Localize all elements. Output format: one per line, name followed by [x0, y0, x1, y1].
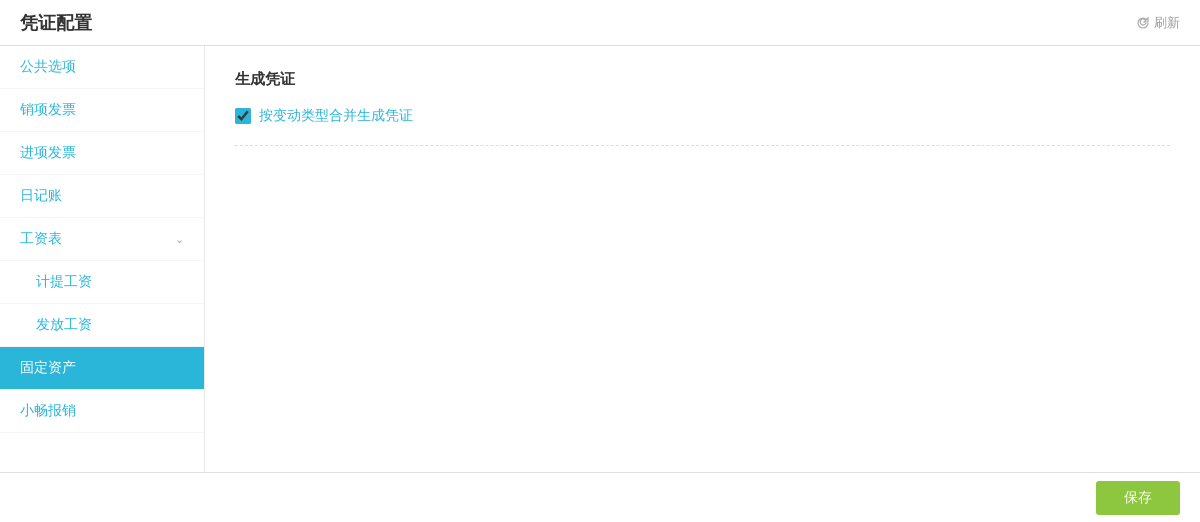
section-divider	[235, 145, 1170, 146]
sidebar-item-label: 发放工资	[36, 316, 92, 334]
sidebar-item-payroll-release[interactable]: 发放工资	[0, 304, 204, 347]
sidebar: 公共选项 销项发票 进项发票 日记账 工资表 ⌄ 计提工资 发放工资 固定资	[0, 46, 205, 472]
sidebar-item-label: 固定资产	[20, 359, 76, 377]
sidebar-item-sales-invoice[interactable]: 销项发票	[0, 89, 204, 132]
sidebar-item-label: 工资表	[20, 230, 62, 248]
page-wrapper: 凭证配置 刷新 公共选项 销项发票 进项发票 日记账	[0, 0, 1200, 522]
sidebar-item-label: 计提工资	[36, 273, 92, 291]
sidebar-item-payroll[interactable]: 工资表 ⌄	[0, 218, 204, 261]
sidebar-item-label: 销项发票	[20, 101, 76, 119]
page-title: 凭证配置	[20, 11, 92, 35]
refresh-button[interactable]: 刷新	[1136, 14, 1180, 32]
refresh-icon	[1136, 16, 1150, 30]
sidebar-item-payroll-accrual[interactable]: 计提工资	[0, 261, 204, 304]
refresh-label: 刷新	[1154, 14, 1180, 32]
sidebar-item-fixed-assets[interactable]: 固定资产	[0, 347, 204, 390]
body: 公共选项 销项发票 进项发票 日记账 工资表 ⌄ 计提工资 发放工资 固定资	[0, 46, 1200, 472]
merge-by-type-checkbox[interactable]	[235, 108, 251, 124]
merge-by-type-label[interactable]: 按变动类型合并生成凭证	[259, 107, 413, 125]
sidebar-item-purchase-invoice[interactable]: 进项发票	[0, 132, 204, 175]
section-title: 生成凭证	[235, 70, 1170, 89]
sidebar-item-journal[interactable]: 日记账	[0, 175, 204, 218]
sidebar-item-expense-claim[interactable]: 小畅报销	[0, 390, 204, 433]
main-content: 生成凭证 按变动类型合并生成凭证	[205, 46, 1200, 472]
sidebar-item-label: 进项发票	[20, 144, 76, 162]
save-button[interactable]: 保存	[1096, 481, 1180, 515]
sidebar-item-label: 小畅报销	[20, 402, 76, 420]
chevron-down-icon: ⌄	[175, 233, 184, 246]
sidebar-item-public-options[interactable]: 公共选项	[0, 46, 204, 89]
generate-voucher-option: 按变动类型合并生成凭证	[235, 107, 1170, 125]
sidebar-item-label: 公共选项	[20, 58, 76, 76]
sidebar-item-label: 日记账	[20, 187, 62, 205]
page-footer: 保存	[0, 472, 1200, 522]
page-header: 凭证配置 刷新	[0, 0, 1200, 46]
